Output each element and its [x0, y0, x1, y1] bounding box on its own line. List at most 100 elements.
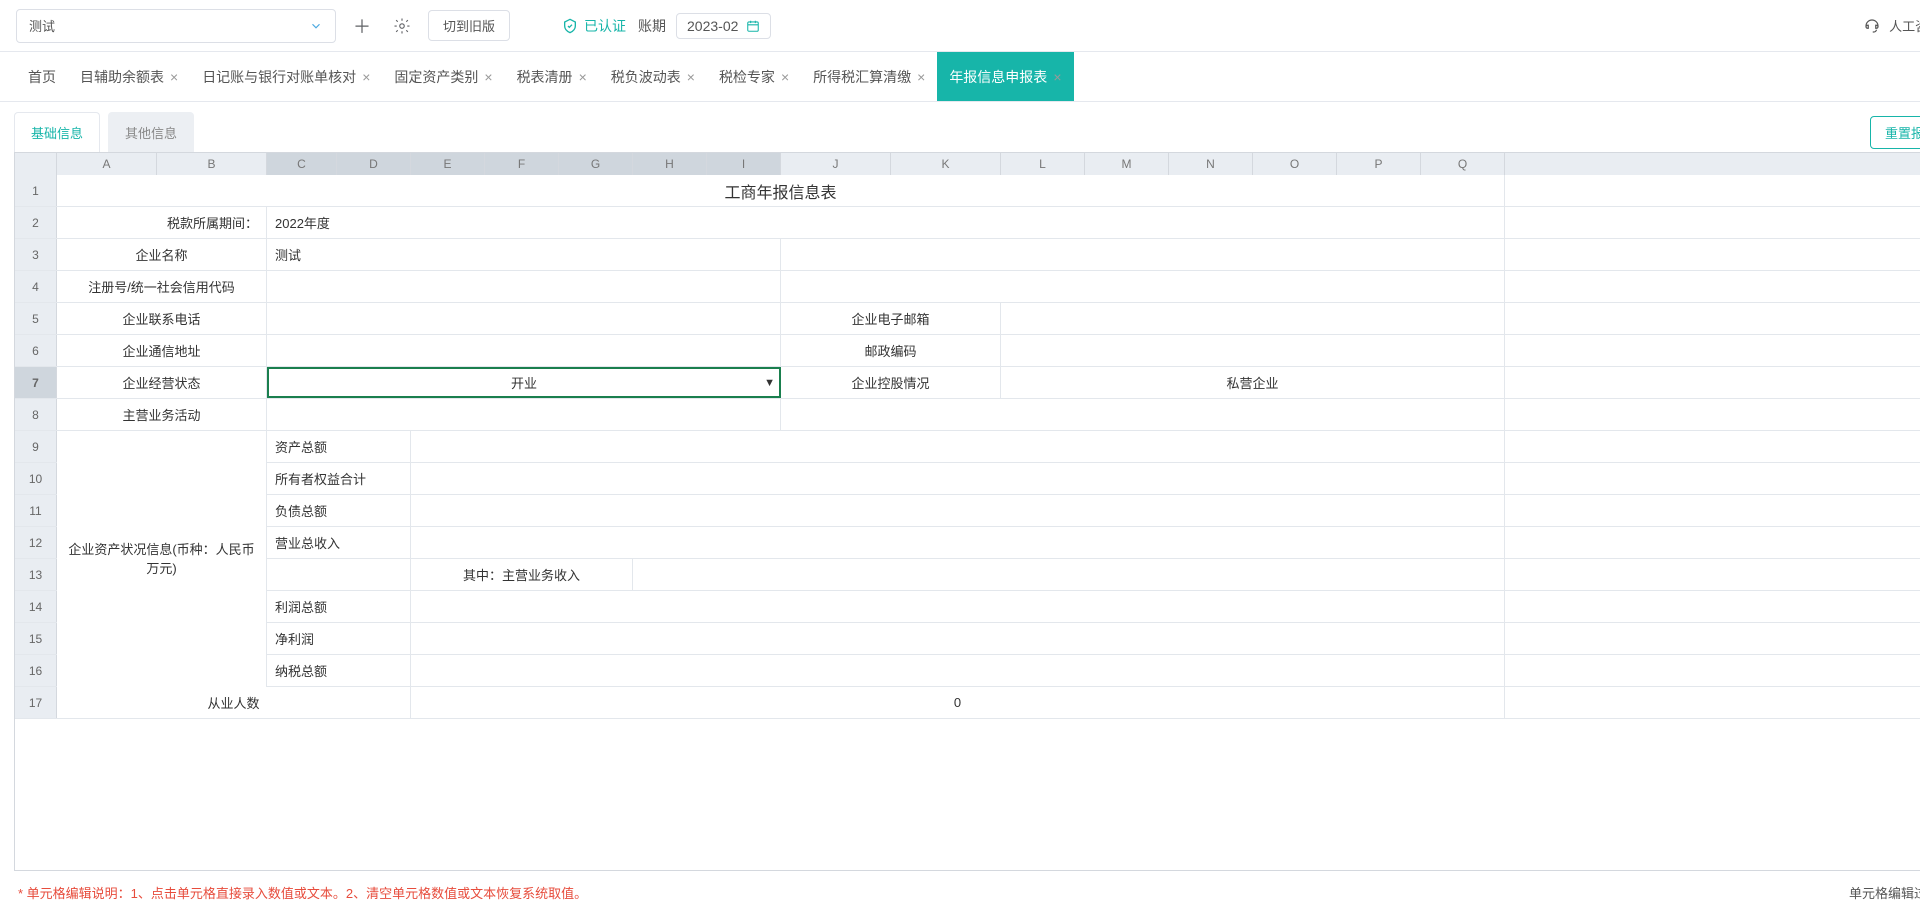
tab[interactable]: 所得税汇算清缴× [801, 52, 937, 101]
reset-button[interactable]: 重置报表 [1870, 116, 1920, 149]
cell-value[interactable] [267, 271, 781, 302]
cell[interactable] [411, 623, 1505, 654]
row-header[interactable]: 15 [15, 623, 57, 654]
consult-link[interactable]: 人工咨询 [1863, 16, 1920, 35]
cell[interactable] [411, 495, 1505, 526]
row-header[interactable]: 12 [15, 527, 57, 558]
col-header[interactable]: M [1085, 153, 1169, 175]
row-label2[interactable]: 企业控股情况 [781, 367, 1001, 398]
switch-old-button[interactable]: 切到旧版 [428, 10, 510, 41]
cell[interactable] [411, 655, 1505, 686]
close-icon[interactable]: × [917, 69, 925, 85]
sheet-title[interactable]: 工商年报信息表 [57, 175, 1505, 206]
row-label2[interactable]: 邮政编码 [781, 335, 1001, 366]
col-header[interactable]: Q [1421, 153, 1505, 175]
cell-value[interactable] [267, 303, 781, 334]
metric-label[interactable]: 资产总额 [267, 431, 411, 462]
cell[interactable] [781, 271, 1505, 302]
cell[interactable] [267, 559, 411, 590]
col-header[interactable]: F [485, 153, 559, 175]
tab[interactable]: 年报信息申报表× [937, 52, 1073, 101]
col-header[interactable]: H [633, 153, 707, 175]
row-header[interactable]: 17 [15, 687, 57, 718]
metric-label[interactable]: 所有者权益合计 [267, 463, 411, 494]
plus-icon[interactable]: ＋ [348, 12, 376, 40]
close-icon[interactable]: × [579, 69, 587, 85]
close-icon[interactable]: × [781, 69, 789, 85]
row-label[interactable]: 主营业务活动 [57, 399, 267, 430]
cell-value2[interactable] [1001, 303, 1505, 334]
col-header[interactable]: B [157, 153, 267, 175]
cell[interactable] [411, 527, 1505, 558]
tab[interactable]: 日记账与银行对账单核对× [190, 52, 382, 101]
row-header[interactable]: 5 [15, 303, 57, 334]
metric-label[interactable]: 利润总额 [267, 591, 411, 622]
cell-value[interactable]: 测试 [267, 239, 781, 270]
tab[interactable]: 固定资产类别× [382, 52, 504, 101]
col-header[interactable]: P [1337, 153, 1421, 175]
row-header[interactable]: 16 [15, 655, 57, 686]
col-header[interactable]: N [1169, 153, 1253, 175]
col-header[interactable]: L [1001, 153, 1085, 175]
row-header[interactable]: 8 [15, 399, 57, 430]
period-value[interactable]: 2022年度 [267, 207, 1505, 238]
tab[interactable]: 税检专家× [707, 52, 801, 101]
col-header[interactable]: I [707, 153, 781, 175]
metric-label[interactable]: 净利润 [267, 623, 411, 654]
row-label[interactable]: 企业联系电话 [57, 303, 267, 334]
row-header[interactable]: 4 [15, 271, 57, 302]
grid-body[interactable]: 1工商年报信息表2税款所属期间：2022年度 3企业名称测试 4注册号/统一社会信用… [15, 175, 1920, 850]
cell[interactable] [411, 463, 1505, 494]
col-header[interactable]: E [411, 153, 485, 175]
row-label[interactable]: 企业名称 [57, 239, 267, 270]
close-icon[interactable]: × [170, 69, 178, 85]
close-icon[interactable]: × [1053, 69, 1061, 85]
period-picker[interactable]: 2023-02 [676, 13, 771, 39]
row-label[interactable]: 注册号/统一社会信用代码 [57, 271, 267, 302]
subtab-basic[interactable]: 基础信息 [14, 112, 100, 152]
col-header[interactable]: D [337, 153, 411, 175]
spreadsheet[interactable]: ABCDEFGHIJKLMNOPQ 1工商年报信息表2税款所属期间：2022年度… [14, 152, 1920, 871]
row-label[interactable]: 企业通信地址 [57, 335, 267, 366]
company-select[interactable]: 测试 [16, 9, 336, 43]
row-header[interactable]: 2 [15, 207, 57, 238]
cell-value[interactable] [267, 335, 781, 366]
row-label2[interactable]: 企业电子邮箱 [781, 303, 1001, 334]
col-header[interactable]: K [891, 153, 1001, 175]
row-header[interactable]: 7 [15, 367, 57, 398]
row-header[interactable]: 6 [15, 335, 57, 366]
cell-value2[interactable] [1001, 335, 1505, 366]
cell[interactable] [633, 559, 1505, 590]
col-header[interactable]: G [559, 153, 633, 175]
status-dropdown[interactable]: 开业▼ [267, 367, 781, 398]
period-label[interactable]: 税款所属期间： [57, 207, 267, 238]
row-header[interactable]: 3 [15, 239, 57, 270]
cell-value[interactable] [267, 399, 781, 430]
metric-label[interactable]: 负债总额 [267, 495, 411, 526]
gear-icon[interactable] [388, 12, 416, 40]
row-header[interactable]: 13 [15, 559, 57, 590]
subtab-other[interactable]: 其他信息 [108, 112, 194, 152]
col-header[interactable]: O [1253, 153, 1337, 175]
row-header[interactable]: 14 [15, 591, 57, 622]
metric-label[interactable]: 纳税总额 [267, 655, 411, 686]
close-icon[interactable]: × [484, 69, 492, 85]
row-header[interactable]: 9 [15, 431, 57, 462]
metric-label[interactable]: 营业总收入 [267, 527, 411, 558]
cell[interactable] [781, 399, 1505, 430]
sub-metric[interactable]: 其中：主营业务收入 [411, 559, 633, 590]
col-header[interactable]: J [781, 153, 891, 175]
cell-value2[interactable]: 私营企业 [1001, 367, 1505, 398]
cell[interactable] [411, 591, 1505, 622]
cell[interactable] [411, 431, 1505, 462]
select-all-corner[interactable] [15, 153, 57, 175]
tab[interactable]: 首页 [16, 52, 68, 101]
col-header[interactable]: A [57, 153, 157, 175]
row-header[interactable]: 11 [15, 495, 57, 526]
close-icon[interactable]: × [362, 69, 370, 85]
cell-value[interactable]: 0 [411, 687, 1505, 718]
tab[interactable]: 税负波动表× [599, 52, 707, 101]
row-header[interactable]: 10 [15, 463, 57, 494]
row-header[interactable]: 1 [15, 175, 57, 206]
row-label[interactable]: 从业人数 [57, 687, 411, 718]
